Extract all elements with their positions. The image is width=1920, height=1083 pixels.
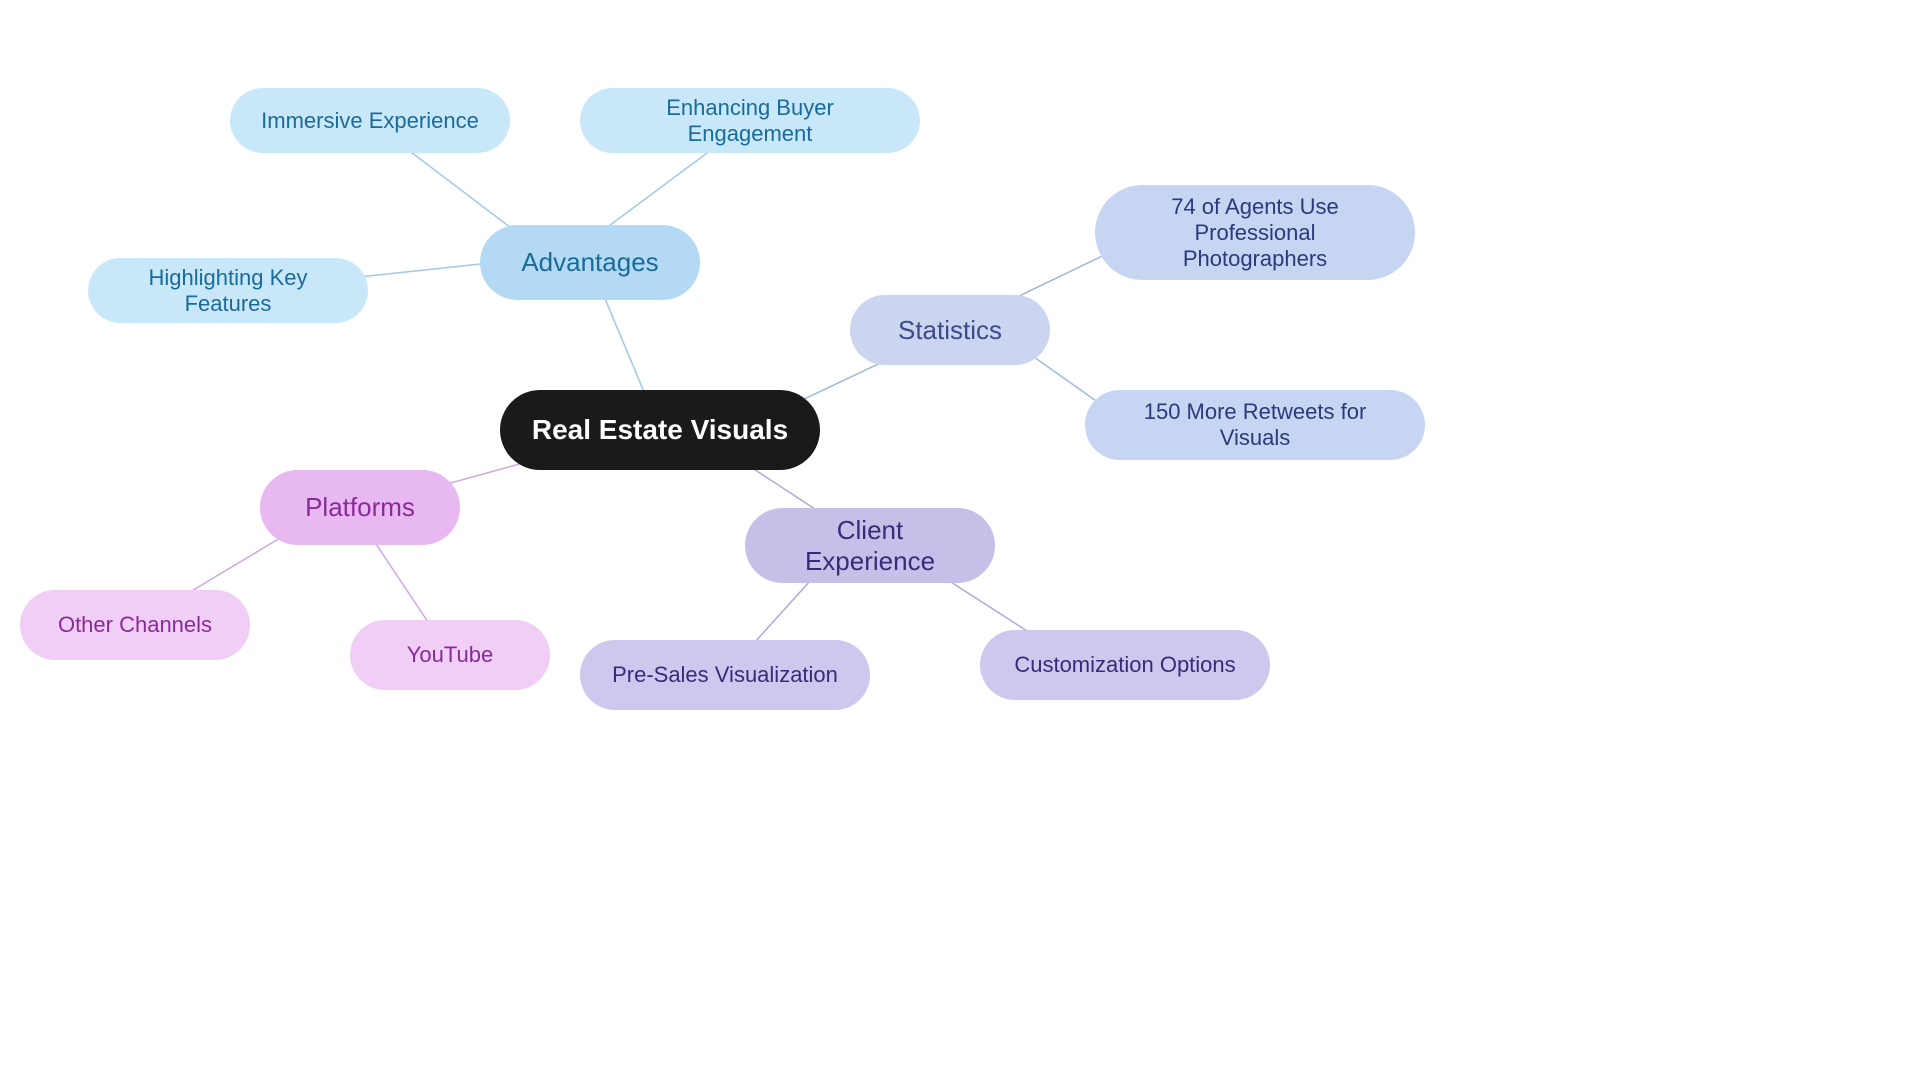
customization-label: Customization Options <box>1014 652 1235 678</box>
highlighting-node: Highlighting Key Features <box>88 258 368 323</box>
retweets150-node: 150 More Retweets for Visuals <box>1085 390 1425 460</box>
customization-node: Customization Options <box>980 630 1270 700</box>
enhancing-node: Enhancing Buyer Engagement <box>580 88 920 153</box>
statistics-label: Statistics <box>898 315 1002 346</box>
agents74-label: 74 of Agents Use Professional Photograph… <box>1125 194 1385 272</box>
enhancing-label: Enhancing Buyer Engagement <box>610 95 890 147</box>
center-label: Real Estate Visuals <box>532 414 788 446</box>
immersive-node: Immersive Experience <box>230 88 510 153</box>
highlighting-label: Highlighting Key Features <box>118 265 338 317</box>
agents74-node: 74 of Agents Use Professional Photograph… <box>1095 185 1415 280</box>
clientexp-label: Client Experience <box>775 515 965 577</box>
center-node: Real Estate Visuals <box>500 390 820 470</box>
advantages-label: Advantages <box>521 247 658 278</box>
youtube-label: YouTube <box>407 642 493 668</box>
platforms-label: Platforms <box>305 492 415 523</box>
platforms-node: Platforms <box>260 470 460 545</box>
presales-node: Pre-Sales Visualization <box>580 640 870 710</box>
youtube-node: YouTube <box>350 620 550 690</box>
statistics-node: Statistics <box>850 295 1050 365</box>
otherchannels-node: Other Channels <box>20 590 250 660</box>
otherchannels-label: Other Channels <box>58 612 212 638</box>
advantages-node: Advantages <box>480 225 700 300</box>
presales-label: Pre-Sales Visualization <box>612 662 838 688</box>
clientexp-node: Client Experience <box>745 508 995 583</box>
immersive-label: Immersive Experience <box>261 108 479 134</box>
retweets150-label: 150 More Retweets for Visuals <box>1115 399 1395 451</box>
